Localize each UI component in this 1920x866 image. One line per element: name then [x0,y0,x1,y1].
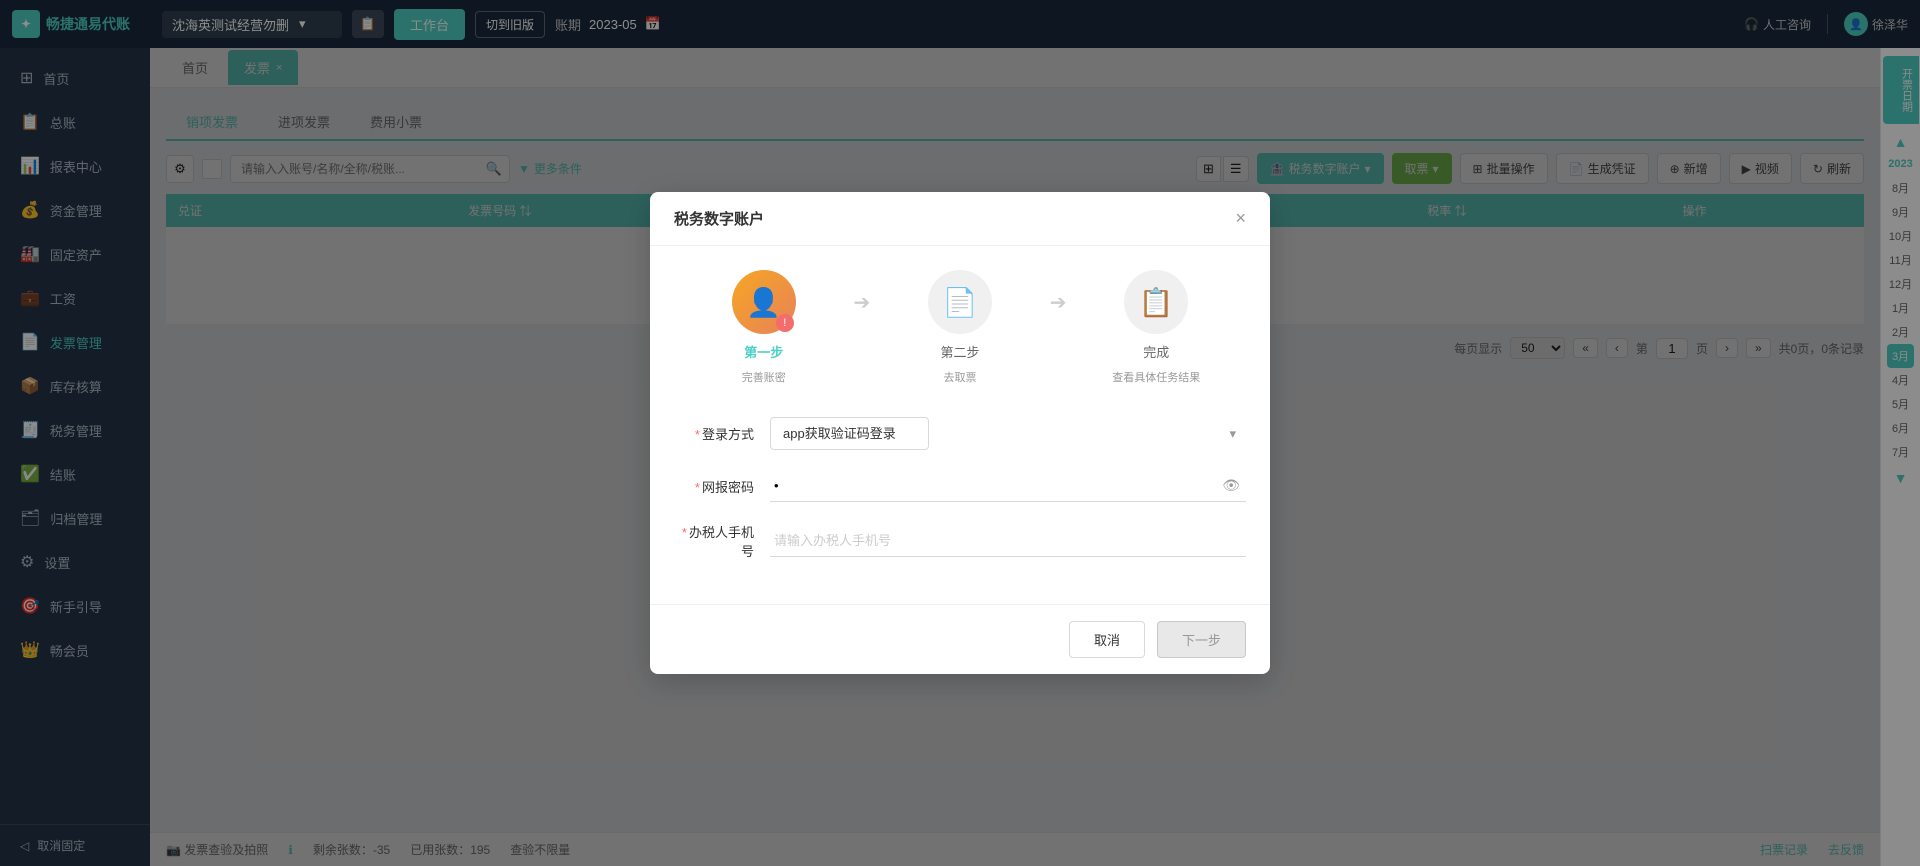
login-method-row: *登录方式 app获取验证码登录 密码登录 ▾ [674,417,1246,450]
step1-error-badge: ! [776,314,794,332]
password-label: *网报密码 [674,477,754,496]
step1-label: 第一步 [744,342,783,361]
select-chevron-icon: ▾ [1229,426,1236,442]
step2-label: 第二步 [940,342,979,361]
step2-icon-wrap: 📄 [928,270,992,334]
phone-row: *办税人手机号 [674,522,1246,560]
step1-icon-wrap: 👤 ! [732,270,796,334]
next-step-button[interactable]: 下一步 [1157,621,1246,658]
login-method-select[interactable]: app获取验证码登录 密码登录 [770,417,929,450]
step3-clipboard-icon: 📋 [1139,286,1174,319]
password-row: *网报密码 👁 [674,470,1246,502]
phone-label: *办税人手机号 [674,522,754,560]
step2-desc: 去取票 [943,369,976,385]
step2-doc-icon: 📄 [943,286,978,319]
password-input-wrap: 👁 [770,470,1246,502]
step3-desc: 查看具体任务结果 [1112,369,1200,385]
modal-body: 👤 ! 第一步 完善账密 ➔ 📄 第二步 去取票 ➔ [650,246,1270,604]
modal-footer: 取消 下一步 [650,604,1270,674]
login-method-select-wrap: app获取验证码登录 密码登录 ▾ [770,417,1246,450]
step1-person-icon: 👤 [746,286,781,319]
toggle-password-icon[interactable]: 👁 [1222,477,1240,494]
step-1: 👤 ! 第一步 完善账密 [674,270,853,385]
step-arrow-1: ➔ [853,270,870,315]
login-method-label: *登录方式 [674,424,754,443]
modal-close-button[interactable]: × [1235,208,1246,229]
step-2: 📄 第二步 去取票 [870,270,1049,385]
modal-overlay: 税务数字账户 × 👤 ! 第一步 完善账密 ➔ [0,0,1920,866]
step3-label: 完成 [1143,342,1169,361]
step-arrow-2: ➔ [1050,270,1067,315]
modal-title: 税务数字账户 [674,208,764,229]
password-input[interactable] [770,470,1246,501]
phone-input[interactable] [770,525,1246,557]
steps: 👤 ! 第一步 完善账密 ➔ 📄 第二步 去取票 ➔ [674,270,1246,385]
step3-icon-wrap: 📋 [1124,270,1188,334]
modal-header: 税务数字账户 × [650,192,1270,246]
cancel-button[interactable]: 取消 [1069,621,1145,658]
step-3: 📋 完成 查看具体任务结果 [1067,270,1246,385]
step1-desc: 完善账密 [742,369,786,385]
modal-form: *登录方式 app获取验证码登录 密码登录 ▾ *网报密码 [674,417,1246,560]
tax-account-modal: 税务数字账户 × 👤 ! 第一步 完善账密 ➔ [650,192,1270,674]
